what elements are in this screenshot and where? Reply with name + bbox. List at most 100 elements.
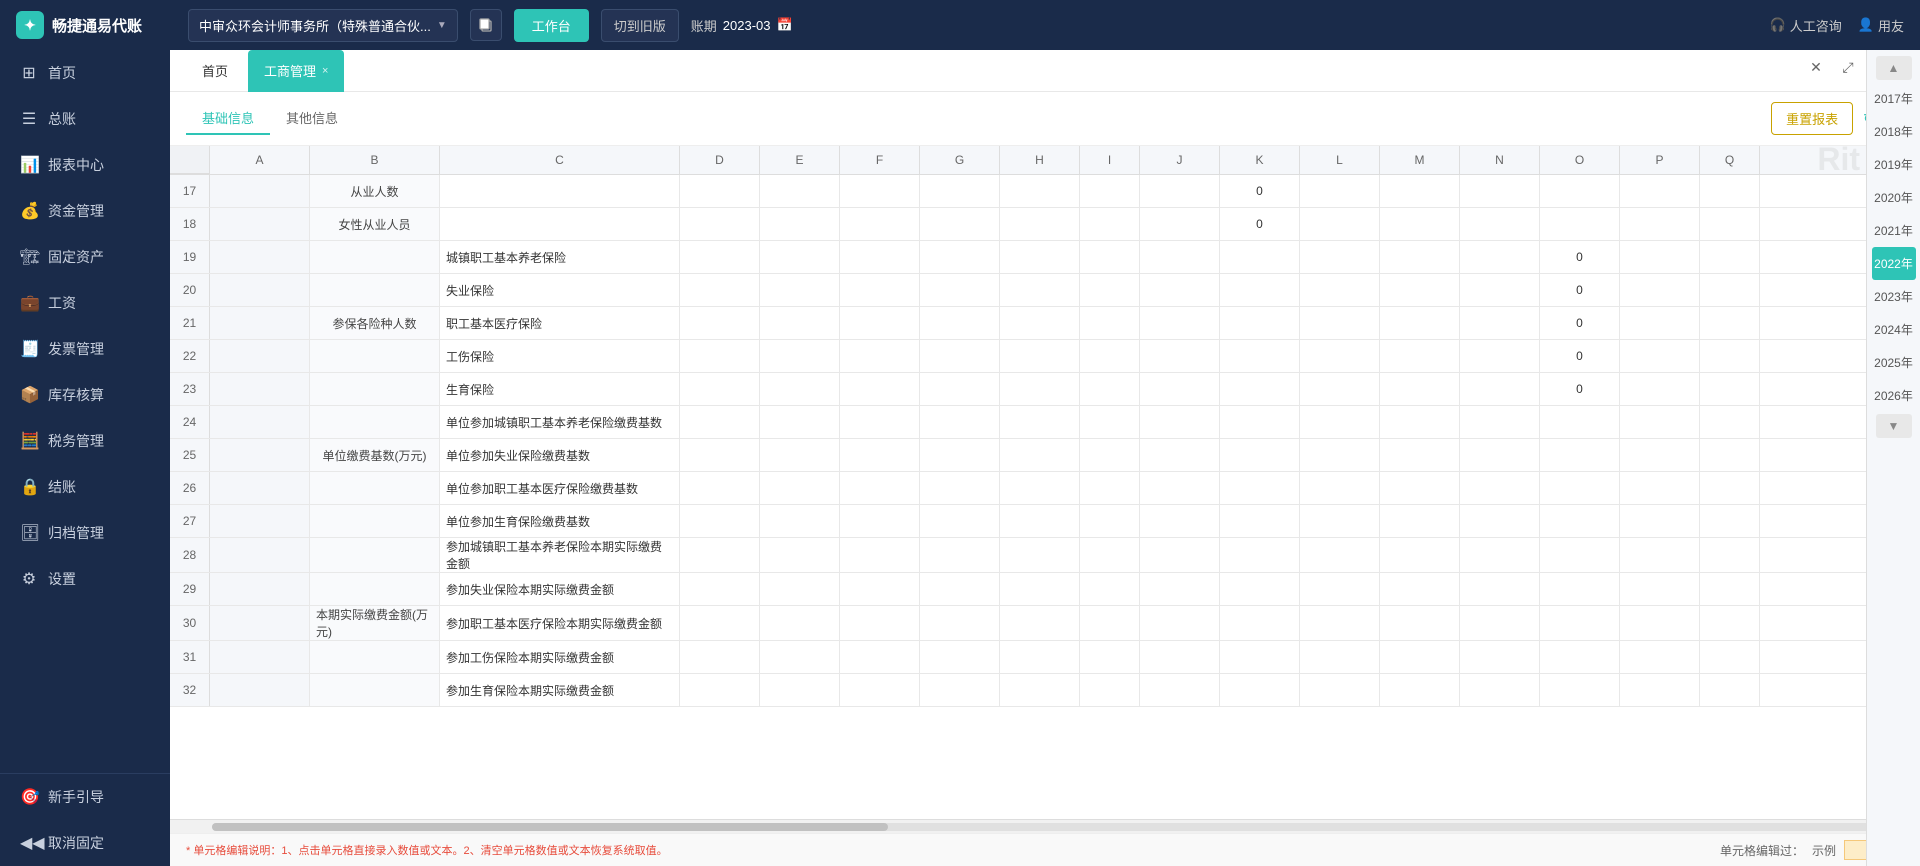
cell-28-n[interactable]: [1460, 538, 1540, 572]
cell-27-l[interactable]: [1300, 505, 1380, 537]
cell-22-o[interactable]: 0: [1540, 340, 1620, 372]
cell-18-q[interactable]: [1700, 208, 1760, 240]
cell-25-f[interactable]: [840, 439, 920, 471]
cell-24-m[interactable]: [1380, 406, 1460, 438]
cell-18-d[interactable]: [680, 208, 760, 240]
cell-25-k[interactable]: [1220, 439, 1300, 471]
cell-31-o[interactable]: [1540, 641, 1620, 673]
cell-20-h[interactable]: [1000, 274, 1080, 306]
cell-17-h[interactable]: [1000, 175, 1080, 207]
cell-23-p[interactable]: [1620, 373, 1700, 405]
cell-26-h[interactable]: [1000, 472, 1080, 504]
cell-20-a[interactable]: [210, 274, 310, 306]
cell-19-m[interactable]: [1380, 241, 1460, 273]
cell-25-g[interactable]: [920, 439, 1000, 471]
cell-24-i[interactable]: [1080, 406, 1140, 438]
cell-26-m[interactable]: [1380, 472, 1460, 504]
cell-18-p[interactable]: [1620, 208, 1700, 240]
cell-23-m[interactable]: [1380, 373, 1460, 405]
cell-29-b[interactable]: [310, 573, 440, 605]
sub-tab-other[interactable]: 其他信息: [270, 102, 354, 135]
cell-29-p[interactable]: [1620, 573, 1700, 605]
cell-28-e[interactable]: [760, 538, 840, 572]
cell-20-n[interactable]: [1460, 274, 1540, 306]
cell-27-d[interactable]: [680, 505, 760, 537]
cell-26-q[interactable]: [1700, 472, 1760, 504]
cell-26-a[interactable]: [210, 472, 310, 504]
cell-17-p[interactable]: [1620, 175, 1700, 207]
cell-20-m[interactable]: [1380, 274, 1460, 306]
spreadsheet-body[interactable]: 17 从业人数 0: [170, 175, 1920, 819]
cell-30-o[interactable]: [1540, 606, 1620, 640]
cell-26-o[interactable]: [1540, 472, 1620, 504]
cell-26-d[interactable]: [680, 472, 760, 504]
cell-27-n[interactable]: [1460, 505, 1540, 537]
year-2019[interactable]: 2019年: [1872, 148, 1916, 181]
cell-24-a[interactable]: [210, 406, 310, 438]
cell-19-i[interactable]: [1080, 241, 1140, 273]
cell-28-c[interactable]: 参加城镇职工基本养老保险本期实际缴费金额: [440, 538, 680, 572]
cell-20-i[interactable]: [1080, 274, 1140, 306]
cell-20-o[interactable]: 0: [1540, 274, 1620, 306]
cell-28-d[interactable]: [680, 538, 760, 572]
cell-20-e[interactable]: [760, 274, 840, 306]
close-window-button[interactable]: ✕: [1804, 55, 1828, 79]
cell-24-c[interactable]: 单位参加城镇职工基本养老保险缴费基数: [440, 406, 680, 438]
cell-18-a[interactable]: [210, 208, 310, 240]
cell-17-g[interactable]: [920, 175, 1000, 207]
year-2022[interactable]: 2022年: [1872, 247, 1916, 280]
cell-20-g[interactable]: [920, 274, 1000, 306]
cell-29-n[interactable]: [1460, 573, 1540, 605]
cell-22-m[interactable]: [1380, 340, 1460, 372]
cell-22-e[interactable]: [760, 340, 840, 372]
cell-18-o[interactable]: [1540, 208, 1620, 240]
cell-26-e[interactable]: [760, 472, 840, 504]
cell-26-i[interactable]: [1080, 472, 1140, 504]
year-2017[interactable]: 2017年: [1872, 82, 1916, 115]
cell-21-e[interactable]: [760, 307, 840, 339]
tab-close-icon[interactable]: ×: [322, 65, 328, 77]
cell-17-k[interactable]: 0: [1220, 175, 1300, 207]
cell-28-b[interactable]: [310, 538, 440, 572]
cell-22-d[interactable]: [680, 340, 760, 372]
cell-20-f[interactable]: [840, 274, 920, 306]
cell-27-p[interactable]: [1620, 505, 1700, 537]
cell-28-i[interactable]: [1080, 538, 1140, 572]
cell-28-l[interactable]: [1300, 538, 1380, 572]
cell-32-m[interactable]: [1380, 674, 1460, 706]
cell-25-o[interactable]: [1540, 439, 1620, 471]
cell-30-m[interactable]: [1380, 606, 1460, 640]
cell-28-j[interactable]: [1140, 538, 1220, 572]
cell-25-c[interactable]: 单位参加失业保险缴费基数: [440, 439, 680, 471]
cell-29-c[interactable]: 参加失业保险本期实际缴费金额: [440, 573, 680, 605]
cell-27-f[interactable]: [840, 505, 920, 537]
cell-25-q[interactable]: [1700, 439, 1760, 471]
cell-18-j[interactable]: [1140, 208, 1220, 240]
cell-22-h[interactable]: [1000, 340, 1080, 372]
cell-27-c[interactable]: 单位参加生育保险缴费基数: [440, 505, 680, 537]
cell-18-l[interactable]: [1300, 208, 1380, 240]
cell-27-b[interactable]: [310, 505, 440, 537]
cell-29-a[interactable]: [210, 573, 310, 605]
cell-31-d[interactable]: [680, 641, 760, 673]
cell-29-e[interactable]: [760, 573, 840, 605]
cell-24-p[interactable]: [1620, 406, 1700, 438]
cell-19-k[interactable]: [1220, 241, 1300, 273]
cell-18-m[interactable]: [1380, 208, 1460, 240]
cell-18-e[interactable]: [760, 208, 840, 240]
cell-21-o[interactable]: 0: [1540, 307, 1620, 339]
cell-31-c[interactable]: 参加工伤保险本期实际缴费金额: [440, 641, 680, 673]
year-2018[interactable]: 2018年: [1872, 115, 1916, 148]
cell-19-q[interactable]: [1700, 241, 1760, 273]
cell-22-g[interactable]: [920, 340, 1000, 372]
cell-21-j[interactable]: [1140, 307, 1220, 339]
cell-23-n[interactable]: [1460, 373, 1540, 405]
sidebar-item-settings[interactable]: ⚙ 设置: [0, 556, 170, 602]
cell-30-q[interactable]: [1700, 606, 1760, 640]
cell-30-i[interactable]: [1080, 606, 1140, 640]
cell-25-h[interactable]: [1000, 439, 1080, 471]
cell-24-d[interactable]: [680, 406, 760, 438]
tab-home[interactable]: 首页: [186, 50, 244, 92]
cell-17-a[interactable]: [210, 175, 310, 207]
year-2020[interactable]: 2020年: [1872, 181, 1916, 214]
